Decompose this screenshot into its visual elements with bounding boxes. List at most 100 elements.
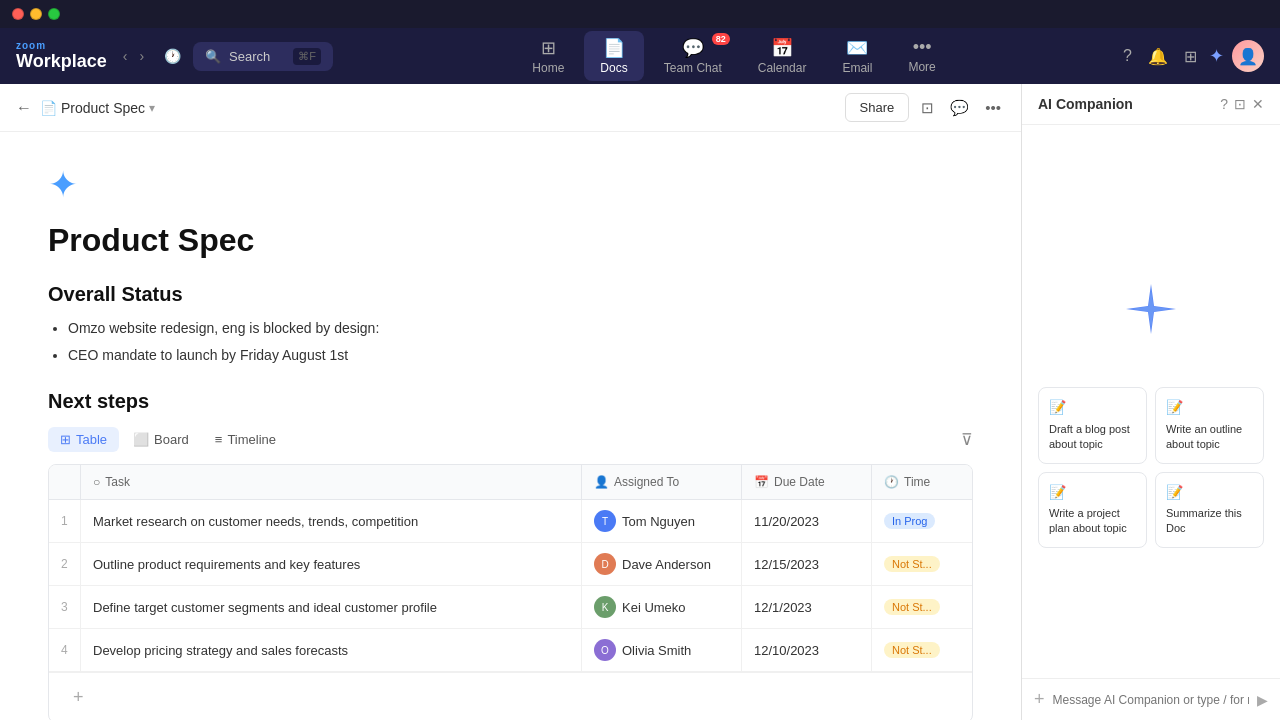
ai-suggestion-blog[interactable]: 📝 Draft a blog post about topic [1038,387,1147,463]
doc-panel: ← 📄 Product Spec ▾ Share ⊡ 💬 ••• ✦ Produ… [0,84,1022,720]
ai-close-button[interactable]: ✕ [1252,96,1264,112]
doc-icon: 📄 [40,100,57,116]
add-row-button[interactable]: + [61,679,96,716]
duedate-cell: 12/1/2023 [742,586,872,628]
ai-suggestions: 📝 Draft a blog post about topic 📝 Write … [1038,387,1264,548]
share-button[interactable]: Share [845,93,910,122]
ai-input-plus-button[interactable]: + [1034,689,1045,710]
tab-more[interactable]: ••• More [892,31,951,81]
tab-calendar[interactable]: 📅 Calendar [742,31,823,81]
add-row-row: + [49,672,972,720]
status-badge: Not St... [884,556,940,572]
due-date-text: 12/10/2023 [754,643,819,658]
header-rownum [49,465,81,499]
doc-toolbar: ← 📄 Product Spec ▾ Share ⊡ 💬 ••• [0,84,1021,132]
team-chat-badge: 82 [712,33,730,45]
filter-button[interactable]: ⊽ [961,430,973,449]
suggestion-text: Draft a blog post about topic [1049,423,1130,450]
breadcrumb[interactable]: 📄 Product Spec ▾ [40,100,155,116]
minimize-traffic-light[interactable] [30,8,42,20]
close-traffic-light[interactable] [12,8,24,20]
breadcrumb-title: Product Spec [61,100,145,116]
ai-message-input[interactable] [1053,693,1249,707]
status-cell: In Prog [872,500,972,542]
table-row[interactable]: 3 Define target customer segments and id… [49,586,972,629]
view-tab-table[interactable]: ⊞ Table [48,427,119,452]
task-cell: Define target customer segments and idea… [81,586,582,628]
search-icon: 🔍 [205,49,221,64]
timeline-tab-label: Timeline [227,432,276,447]
task-text: Develop pricing strategy and sales forec… [93,643,348,658]
present-button[interactable]: ⊡ [917,95,938,121]
tab-more-label: More [908,60,935,74]
assignee-cell: O Olivia Smith [582,629,742,671]
tab-docs[interactable]: 📄 Docs [584,31,643,81]
view-tab-board[interactable]: ⬜ Board [121,427,201,452]
ai-sparkle-icon [1121,279,1181,351]
ai-input-area: + ▶ [1022,678,1280,720]
assignee-name: Olivia Smith [622,643,691,658]
history-button[interactable]: 🕐 [160,44,185,68]
apps-button[interactable]: ⊞ [1180,43,1201,70]
calendar-icon: 📅 [771,37,793,59]
table-tab-icon: ⊞ [60,432,71,447]
comment-button[interactable]: 💬 [946,95,973,121]
assignee-cell: T Tom Nguyen [582,500,742,542]
avatar[interactable]: 👤 [1232,40,1264,72]
task-cell: Outline product requirements and key fea… [81,543,582,585]
ai-panel-title: AI Companion [1038,96,1133,112]
tab-team-chat[interactable]: 💬 Team Chat 82 [648,31,738,81]
team-chat-icon: 💬 [682,37,704,59]
title-bar [0,0,1280,28]
ai-suggestion-outline[interactable]: 📝 Write an outline about topic [1155,387,1264,463]
ai-send-button[interactable]: ▶ [1257,692,1268,708]
search-bar[interactable]: 🔍 Search ⌘F [193,42,333,71]
home-icon: ⊞ [541,37,556,59]
tab-email[interactable]: ✉️ Email [826,31,888,81]
table-row[interactable]: 2 Outline product requirements and key f… [49,543,972,586]
zoom-brand: zoom Workplace [16,40,107,72]
back-button[interactable]: ← [16,99,32,117]
ai-suggestion-summarize[interactable]: 📝 Summarize this Doc [1155,472,1264,548]
assignee-avatar: T [594,510,616,532]
header-time: 🕐 Time [872,465,972,499]
tab-home[interactable]: ⊞ Home [516,31,580,81]
assignee-name: Kei Umeko [622,600,686,615]
tab-calendar-label: Calendar [758,61,807,75]
row-num-cell: 4 [49,629,81,671]
back-arrow[interactable]: ‹ [119,44,132,68]
overall-status-heading: Overall Status [48,283,973,306]
content-area: ← 📄 Product Spec ▾ Share ⊡ 💬 ••• ✦ Produ… [0,84,1280,720]
tab-docs-label: Docs [600,61,627,75]
row-number: 3 [61,600,68,614]
table-header: ○ Task 👤 Assigned To 📅 Due Date 🕐 Time [49,465,972,500]
table-row[interactable]: 1 Market research on customer needs, tre… [49,500,972,543]
next-steps-heading: Next steps [48,390,973,413]
email-icon: ✉️ [846,37,868,59]
task-text: Define target customer segments and idea… [93,600,437,615]
assignee-avatar: K [594,596,616,618]
forward-arrow[interactable]: › [135,44,148,68]
ai-companion-button[interactable]: ✦ [1209,45,1224,67]
ai-header-icons: ? ⊡ ✕ [1220,96,1264,112]
ai-help-button[interactable]: ? [1220,96,1228,112]
task-text: Outline product requirements and key fea… [93,557,360,572]
header-duedate: 📅 Due Date [742,465,872,499]
maximize-traffic-light[interactable] [48,8,60,20]
workplace-text: Workplace [16,51,107,72]
ai-suggestion-project-plan[interactable]: 📝 Write a project plan about topic [1038,472,1147,548]
table-row[interactable]: 4 Develop pricing strategy and sales for… [49,629,972,672]
status-cell: Not St... [872,586,972,628]
search-shortcut: ⌘F [293,48,321,65]
help-button[interactable]: ? [1119,43,1136,69]
duedate-cell: 11/20/2023 [742,500,872,542]
status-badge: Not St... [884,642,940,658]
header-assigned: 👤 Assigned To [582,465,742,499]
notifications-button[interactable]: 🔔 [1144,43,1172,70]
task-cell: Market research on customer needs, trend… [81,500,582,542]
ai-panel: AI Companion ? ⊡ ✕ 📝 Draft a blog post a… [1022,84,1280,720]
overall-status-list: Omzo website redesign, eng is blocked by… [48,318,973,366]
ai-expand-button[interactable]: ⊡ [1234,96,1246,112]
view-tab-timeline[interactable]: ≡ Timeline [203,427,288,452]
more-options-button[interactable]: ••• [981,95,1005,120]
